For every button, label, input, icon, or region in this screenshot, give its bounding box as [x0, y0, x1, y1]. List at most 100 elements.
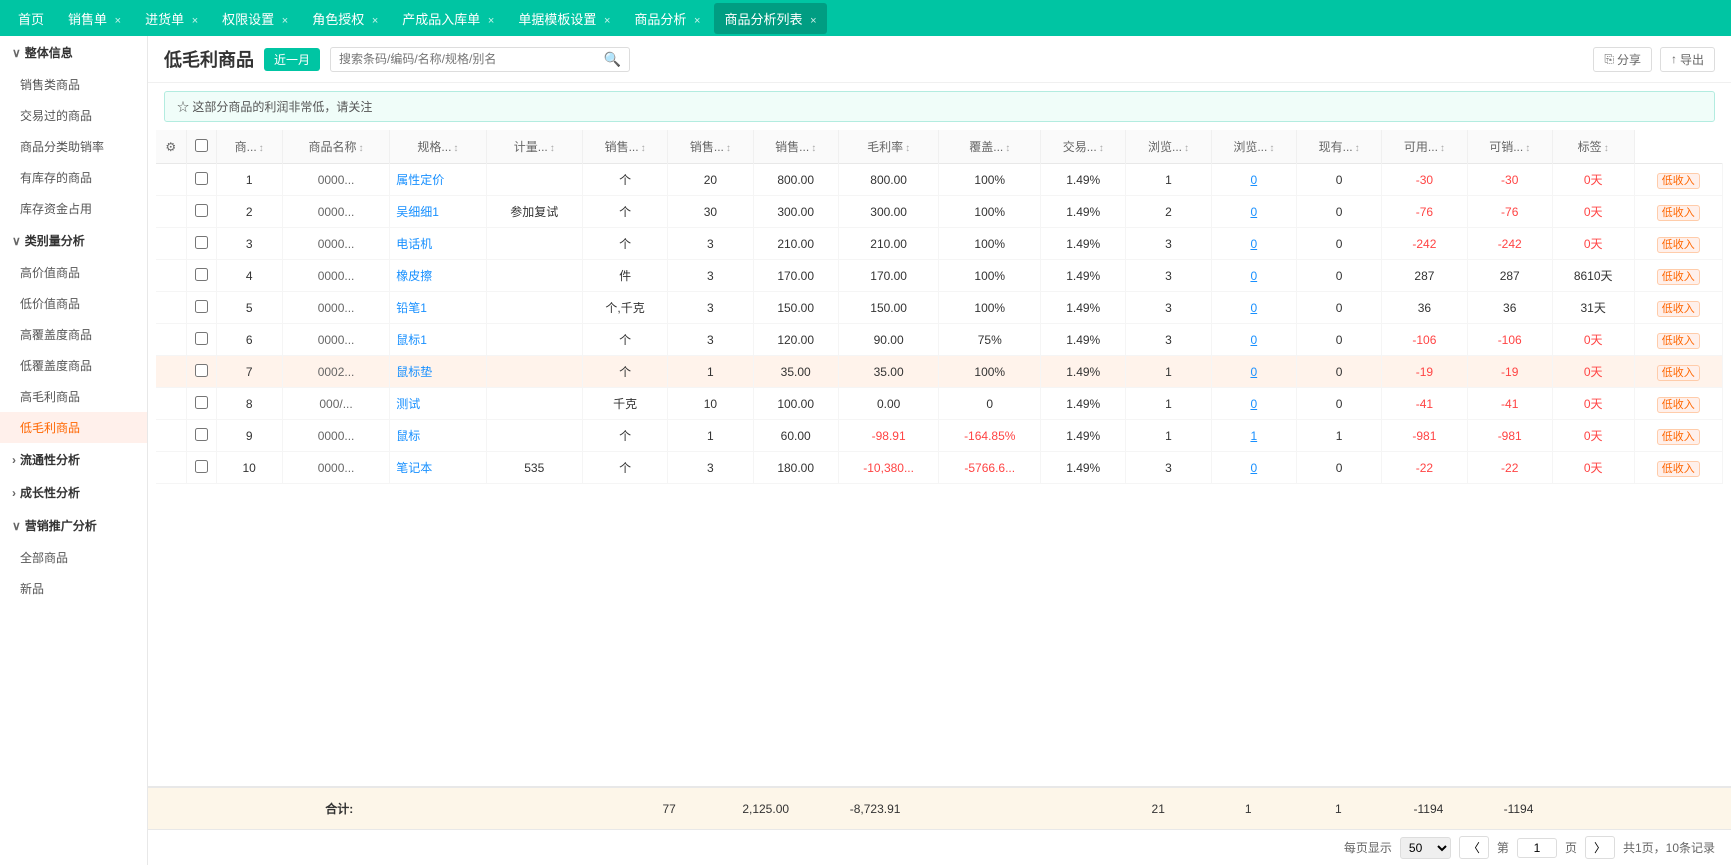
export-button[interactable]: ↑ 导出: [1660, 47, 1715, 72]
row-checkbox-9[interactable]: [195, 460, 208, 473]
nav-purchase-close[interactable]: ×: [192, 15, 198, 27]
th-gross-rate[interactable]: 毛利率↕: [838, 130, 939, 164]
sidebar-item-low-value[interactable]: 低价值商品: [0, 288, 147, 319]
th-checkbox[interactable]: [186, 130, 216, 164]
td-checkbox-7[interactable]: [186, 388, 216, 420]
row-checkbox-0[interactable]: [195, 172, 208, 185]
sidebar-group-overall[interactable]: ∨ 整体信息: [0, 36, 147, 69]
nav-role-auth[interactable]: 角色授权 ×: [302, 3, 388, 34]
th-saleable[interactable]: 可销...↕: [1467, 130, 1552, 164]
sidebar-item-low-coverage[interactable]: 低覆盖度商品: [0, 350, 147, 381]
select-all-checkbox[interactable]: [195, 139, 208, 152]
nav-analysis-list[interactable]: 商品分析列表 ×: [714, 3, 826, 34]
nav-sales[interactable]: 销售单 ×: [58, 3, 131, 34]
th-current[interactable]: 现有...↕: [1296, 130, 1381, 164]
th-spec[interactable]: 规格...↕: [390, 130, 486, 164]
sidebar-group-category[interactable]: ∨ 类别量分析: [0, 224, 147, 257]
td-checkbox-4[interactable]: [186, 292, 216, 324]
nav-role-close[interactable]: ×: [372, 15, 378, 27]
nav-permissions-close[interactable]: ×: [282, 15, 288, 27]
sidebar-group-marketing[interactable]: ∨ 营销推广分析: [0, 509, 147, 542]
td-name-5[interactable]: 鼠标1: [390, 324, 486, 356]
td-name-1[interactable]: 吴细细1: [390, 196, 486, 228]
td-name-8[interactable]: 鼠标: [390, 420, 486, 452]
td-browse1-2[interactable]: 0: [1211, 228, 1296, 260]
th-sales2[interactable]: 销售...↕: [668, 130, 753, 164]
search-input[interactable]: [339, 52, 604, 66]
td-name-6[interactable]: 鼠标垫: [390, 356, 486, 388]
td-browse1-4[interactable]: 0: [1211, 292, 1296, 324]
td-name-0[interactable]: 属性定价: [390, 164, 486, 196]
td-name-9[interactable]: 笔记本: [390, 452, 486, 484]
row-checkbox-3[interactable]: [195, 268, 208, 281]
th-browse2[interactable]: 浏览...↕: [1211, 130, 1296, 164]
nav-purchase[interactable]: 进货单 ×: [135, 3, 208, 34]
th-sales1[interactable]: 销售...↕: [582, 130, 667, 164]
sidebar-item-in-stock[interactable]: 有库存的商品: [0, 162, 147, 193]
row-checkbox-4[interactable]: [195, 300, 208, 313]
td-name-7[interactable]: 测试: [390, 388, 486, 420]
th-code[interactable]: 商...↕: [216, 130, 282, 164]
row-checkbox-8[interactable]: [195, 428, 208, 441]
td-checkbox-8[interactable]: [186, 420, 216, 452]
th-browse1[interactable]: 浏览...↕: [1126, 130, 1211, 164]
nav-template-close[interactable]: ×: [604, 15, 610, 27]
sidebar-item-sales-category[interactable]: 销售类商品: [0, 69, 147, 100]
sidebar-item-high-value[interactable]: 高价值商品: [0, 257, 147, 288]
row-checkbox-7[interactable]: [195, 396, 208, 409]
td-checkbox-0[interactable]: [186, 164, 216, 196]
th-cover-rate[interactable]: 覆盖...↕: [939, 130, 1041, 164]
td-browse1-0[interactable]: 0: [1211, 164, 1296, 196]
th-available[interactable]: 可用...↕: [1382, 130, 1467, 164]
sidebar-group-growth[interactable]: › 成长性分析: [0, 476, 147, 509]
share-button[interactable]: ⎘ 分享: [1593, 47, 1652, 72]
td-browse1-3[interactable]: 0: [1211, 260, 1296, 292]
search-icon[interactable]: 🔍: [604, 51, 621, 68]
sidebar-item-new-products[interactable]: 新品: [0, 573, 147, 604]
sidebar-item-traded[interactable]: 交易过的商品: [0, 100, 147, 131]
sidebar-group-circulation[interactable]: › 流通性分析: [0, 443, 147, 476]
td-checkbox-5[interactable]: [186, 324, 216, 356]
nav-home[interactable]: 首页: [8, 3, 54, 34]
nav-product-entry[interactable]: 产成品入库单 ×: [392, 3, 504, 34]
sidebar-item-high-margin[interactable]: 高毛利商品: [0, 381, 147, 412]
td-browse1-6[interactable]: 0: [1211, 356, 1296, 388]
nav-product-close[interactable]: ×: [488, 15, 494, 27]
td-browse1-1[interactable]: 0: [1211, 196, 1296, 228]
td-name-3[interactable]: 橡皮擦: [390, 260, 486, 292]
row-checkbox-6[interactable]: [195, 364, 208, 377]
td-name-4[interactable]: 铅笔1: [390, 292, 486, 324]
nav-sales-close[interactable]: ×: [115, 15, 121, 27]
th-settings[interactable]: ⚙: [156, 130, 186, 164]
td-checkbox-9[interactable]: [186, 452, 216, 484]
td-name-2[interactable]: 电话机: [390, 228, 486, 260]
nav-analysis[interactable]: 商品分析 ×: [624, 3, 710, 34]
nav-permissions[interactable]: 权限设置 ×: [212, 3, 298, 34]
th-tag[interactable]: 标签↕: [1552, 130, 1634, 164]
td-browse1-8[interactable]: 1: [1211, 420, 1296, 452]
sidebar-item-category-rate[interactable]: 商品分类助销率: [0, 131, 147, 162]
nav-template[interactable]: 单据模板设置 ×: [508, 3, 620, 34]
td-checkbox-2[interactable]: [186, 228, 216, 260]
th-name[interactable]: 商品名称↕: [282, 130, 389, 164]
td-checkbox-3[interactable]: [186, 260, 216, 292]
sidebar-item-low-margin[interactable]: 低毛利商品: [0, 412, 147, 443]
next-page-button[interactable]: 〉: [1585, 836, 1615, 859]
date-filter-button[interactable]: 近一月: [264, 48, 320, 71]
th-trade[interactable]: 交易...↕: [1041, 130, 1126, 164]
nav-analysis-close[interactable]: ×: [694, 15, 700, 27]
td-checkbox-1[interactable]: [186, 196, 216, 228]
th-unit[interactable]: 计量...↕: [486, 130, 582, 164]
page-input[interactable]: [1517, 838, 1557, 858]
sidebar-item-capital[interactable]: 库存资金占用: [0, 193, 147, 224]
td-browse1-9[interactable]: 0: [1211, 452, 1296, 484]
sidebar-item-all-products[interactable]: 全部商品: [0, 542, 147, 573]
td-browse1-5[interactable]: 0: [1211, 324, 1296, 356]
td-browse1-7[interactable]: 0: [1211, 388, 1296, 420]
row-checkbox-5[interactable]: [195, 332, 208, 345]
nav-analysis-list-close[interactable]: ×: [810, 15, 816, 27]
sidebar-item-high-coverage[interactable]: 高覆盖度商品: [0, 319, 147, 350]
th-sales3[interactable]: 销售...↕: [753, 130, 838, 164]
td-checkbox-6[interactable]: [186, 356, 216, 388]
per-page-select[interactable]: 50 100 200: [1400, 837, 1451, 859]
